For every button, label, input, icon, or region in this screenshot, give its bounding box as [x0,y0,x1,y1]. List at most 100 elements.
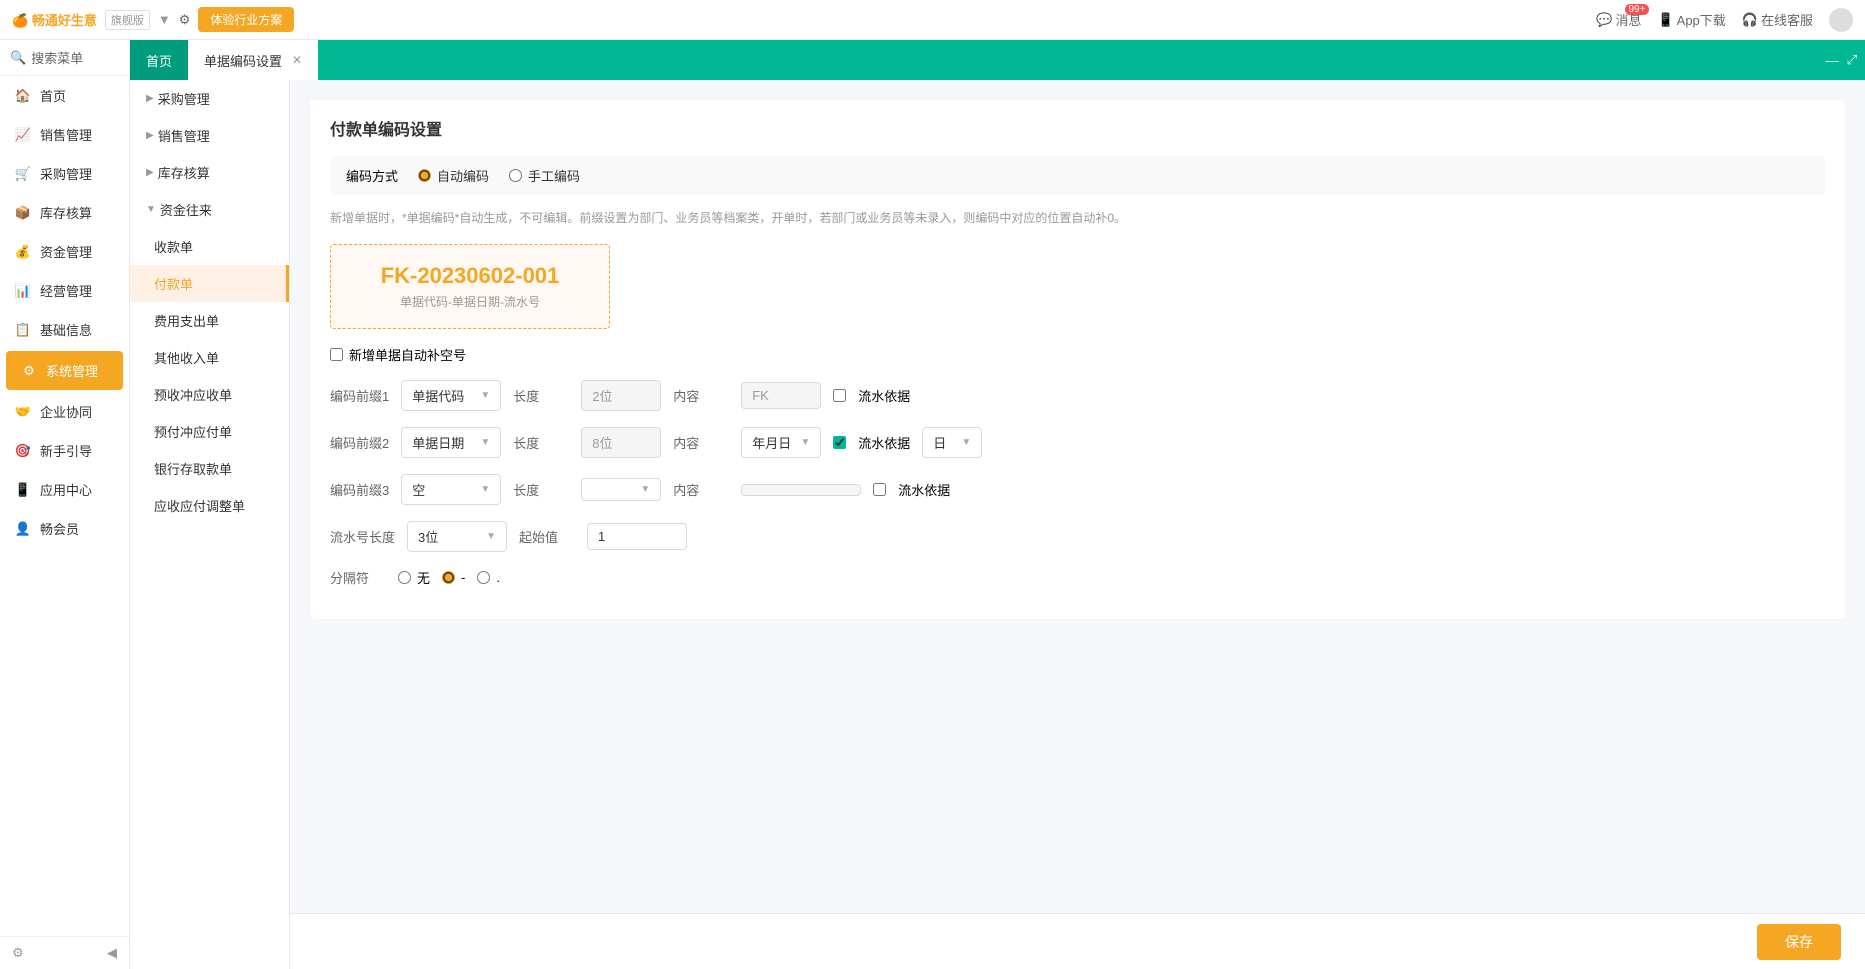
content-area: 首页 单据编码设置 ✕ — ⤢ ▶ 采购管理 ▶ 销售管理 [130,40,1865,969]
separator-row: 分隔符 无 - . [330,568,1825,587]
sub-sidebar-item-label: 费用支出单 [154,311,219,330]
tab-maximize-icon[interactable]: ⤢ [1847,52,1857,68]
prefix1-length-value: 2位 [581,380,661,411]
prefix2-label: 编码前缀2 [330,433,389,452]
sidebar-item-system[interactable]: ⚙ 系统管理 [6,351,123,390]
auto-fill-row: 新增单据自动补空号 [330,345,1825,364]
sub-sidebar-item-expense[interactable]: 费用支出单 [130,302,289,339]
app-download-button[interactable]: 📱 App下载 [1657,10,1725,29]
sub-sidebar: ▶ 采购管理 ▶ 销售管理 ▶ 库存核算 ▼ 资金往来 收款单 [130,80,290,969]
prefix1-content-value: FK [741,382,821,409]
sub-sidebar-item-payment[interactable]: 付款单 [130,265,289,302]
trial-button[interactable]: 体验行业方案 [198,7,294,32]
sub-sidebar-item-label: 应收应付调整单 [154,496,245,515]
dropdown-icon[interactable]: ▼ [158,12,171,27]
sub-sidebar-group-sales[interactable]: ▶ 销售管理 [130,117,289,154]
tab-home[interactable]: 首页 [130,40,188,80]
prefix1-serial-checkbox[interactable] [833,389,846,402]
sub-sidebar-item-prepay-payable[interactable]: 预付冲应付单 [130,413,289,450]
prefix3-serial-checkbox[interactable] [873,483,886,496]
settings-icon[interactable]: ⚙ [179,12,191,28]
top-bar: 🍊 畅通好生意 旗舰版 ▼ ⚙ 体验行业方案 💬 消息 99+ 📱 App下载 … [0,0,1865,40]
sidebar-item-member[interactable]: 👤 畅会员 [0,509,129,548]
sidebar-item-purchase[interactable]: 🛒 采购管理 [0,154,129,193]
nav-collapse-icon[interactable]: ◀ [107,945,117,961]
tab-close-icon[interactable]: ✕ [292,53,302,67]
sidebar-item-finance[interactable]: 💰 资金管理 [0,232,129,271]
sidebar-item-basic[interactable]: 📋 基础信息 [0,310,129,349]
sidebar-item-guide[interactable]: 🎯 新手引导 [0,431,129,470]
sub-sidebar-item-label: 其他收入单 [154,348,219,367]
prefix2-select-value: 单据日期 [412,433,464,452]
prefix1-length-label: 长度 [513,386,569,405]
auto-encode-option[interactable]: 自动编码 [418,166,489,185]
sidebar-item-apps[interactable]: 📱 应用中心 [0,470,129,509]
encoding-method-label: 编码方式 [346,166,398,185]
message-button[interactable]: 💬 消息 99+ [1596,10,1641,29]
finance-icon: 💰 [14,243,32,261]
prefix2-period-select[interactable]: 日 ▼ [922,427,982,458]
online-service-button[interactable]: 🎧 在线客服 [1742,10,1813,29]
sub-sidebar-group-label: 资金往来 [160,200,212,219]
sub-sidebar-item-adjustment[interactable]: 应收应付调整单 [130,487,289,524]
sidebar-item-operations[interactable]: 📊 经营管理 [0,271,129,310]
chevron-down-icon: ▼ [480,437,490,448]
auto-fill-checkbox[interactable] [330,348,343,361]
tab-minimize-icon[interactable]: — [1826,53,1839,68]
prefix3-length-select[interactable]: ▼ [581,478,661,501]
prefix2-select[interactable]: 单据日期 ▼ [401,427,501,458]
separator-none-option[interactable]: 无 [398,568,430,587]
separator-dash-radio[interactable] [442,571,455,584]
arrow-right-icon: ▶ [146,167,154,178]
manual-encode-option[interactable]: 手工编码 [509,166,580,185]
start-value-input[interactable] [587,523,687,550]
sub-sidebar-item-other-income[interactable]: 其他收入单 [130,339,289,376]
nav-settings-icon[interactable]: ⚙ [12,945,24,961]
preview-desc: 单据代码-单据日期-流水号 [355,293,585,310]
purchase-icon: 🛒 [14,165,32,183]
basic-icon: 📋 [14,321,32,339]
sidebar-item-inventory[interactable]: 📦 库存核算 [0,193,129,232]
sub-sidebar-group-inventory[interactable]: ▶ 库存核算 [130,154,289,191]
serial-length-select[interactable]: 3位 ▼ [407,521,507,552]
prefix3-select[interactable]: 空 ▼ [401,474,501,505]
prefix1-label: 编码前缀1 [330,386,389,405]
manual-encode-radio[interactable] [509,169,522,182]
separator-dash-option[interactable]: - [442,570,465,585]
prefix2-content-select[interactable]: 年月日 ▼ [741,427,821,458]
sub-sidebar-group-finance[interactable]: ▼ 资金往来 [130,191,289,228]
prefix1-select[interactable]: 单据代码 ▼ [401,380,501,411]
home-icon: 🏠 [14,87,32,105]
nav-search[interactable]: 🔍 搜索菜单 [0,40,129,76]
sidebar-item-label: 新手引导 [40,441,92,460]
auto-encode-radio[interactable] [418,169,431,182]
inventory-icon: 📦 [14,204,32,222]
tab-encoding[interactable]: 单据编码设置 ✕ [188,40,318,80]
sidebar-item-label: 首页 [40,86,66,105]
tab-bar-right: — ⤢ [1826,52,1865,68]
sub-sidebar-item-bank[interactable]: 银行存取款单 [130,450,289,487]
avatar[interactable] [1829,8,1853,32]
main-layout: 🔍 搜索菜单 🏠 首页 📈 销售管理 🛒 采购管理 📦 库存核算 💰 资金管理 … [0,40,1865,969]
separator-dot-option[interactable]: . [477,570,500,585]
prefix3-select-value: 空 [412,480,425,499]
separator-dot-radio[interactable] [477,571,490,584]
separator-none-radio[interactable] [398,571,411,584]
sidebar-item-enterprise[interactable]: 🤝 企业协同 [0,392,129,431]
sidebar-item-sales[interactable]: 📈 销售管理 [0,115,129,154]
serial-length-value: 3位 [418,527,438,546]
left-nav: 🔍 搜索菜单 🏠 首页 📈 销售管理 🛒 采购管理 📦 库存核算 💰 资金管理 … [0,40,130,969]
chevron-down-icon: ▼ [486,531,496,542]
sidebar-item-label: 应用中心 [40,480,92,499]
save-button[interactable]: 保存 [1757,924,1841,960]
sub-sidebar-item-prepay-receivable[interactable]: 预收冲应收单 [130,376,289,413]
chevron-down-icon: ▼ [800,437,810,448]
tab-bar: 首页 单据编码设置 ✕ — ⤢ [130,40,1865,80]
prefix2-period-value: 日 [933,433,946,452]
sub-sidebar-item-receipt[interactable]: 收款单 [130,228,289,265]
prefix2-serial-checkbox[interactable] [833,436,846,449]
sub-sidebar-group-purchase[interactable]: ▶ 采购管理 [130,80,289,117]
edition-badge: 旗舰版 [105,10,150,30]
chevron-down-icon: ▼ [480,484,490,495]
sidebar-item-home[interactable]: 🏠 首页 [0,76,129,115]
